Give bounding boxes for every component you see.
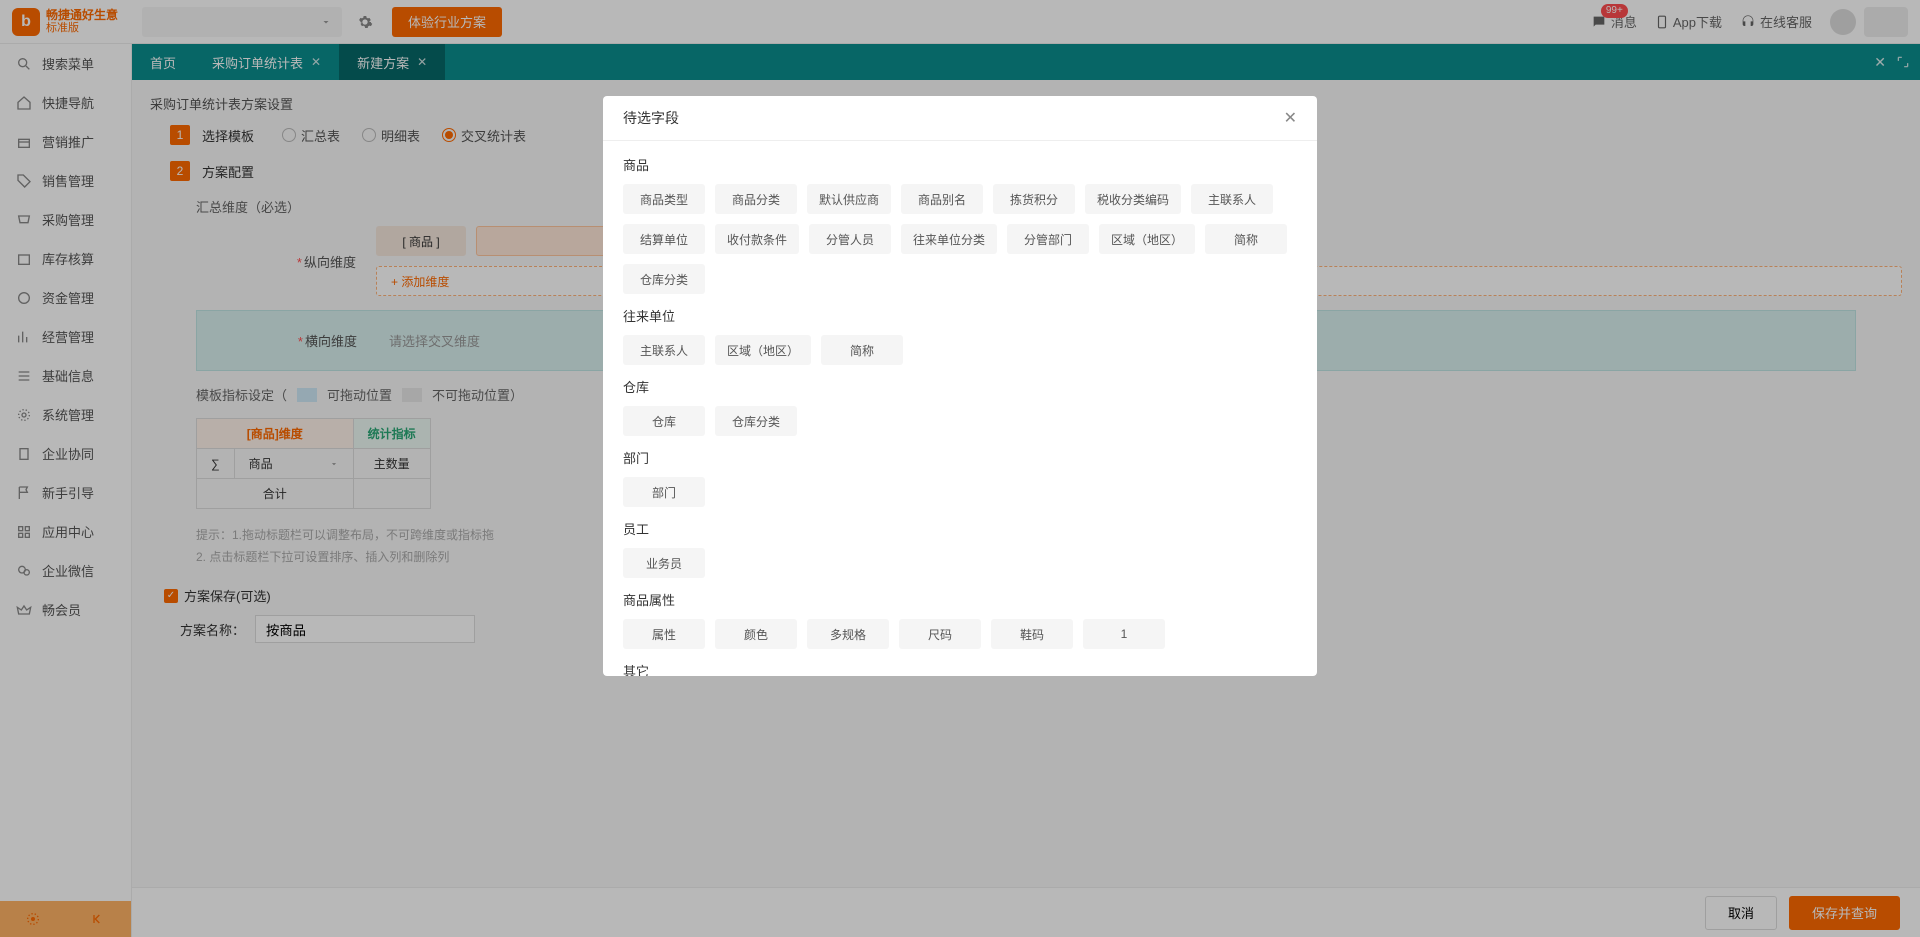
field-chip-list: 属性颜色多规格尺码鞋码 1 (623, 619, 1297, 649)
field-group: 商品属性属性颜色多规格尺码鞋码 1 (623, 590, 1297, 649)
modal-body: 商品商品类型商品分类默认供应商商品别名拣货积分税收分类编码主联系人结算单位收付款… (603, 141, 1317, 676)
field-group-title: 仓库 (623, 377, 1297, 396)
field-chip[interactable]: 1 (1083, 619, 1165, 649)
field-group: 商品商品类型商品分类默认供应商商品别名拣货积分税收分类编码主联系人结算单位收付款… (623, 155, 1297, 294)
field-chip-list: 仓库仓库分类 (623, 406, 1297, 436)
field-group-title: 商品属性 (623, 590, 1297, 609)
field-picker-modal: 待选字段 ✕ 商品商品类型商品分类默认供应商商品别名拣货积分税收分类编码主联系人… (603, 96, 1317, 676)
modal-overlay[interactable]: 待选字段 ✕ 商品商品类型商品分类默认供应商商品别名拣货积分税收分类编码主联系人… (0, 0, 1920, 937)
field-chip[interactable]: 仓库分类 (623, 264, 705, 294)
field-chip[interactable]: 简称 (821, 335, 903, 365)
field-group-title: 商品 (623, 155, 1297, 174)
field-group-title: 员工 (623, 519, 1297, 538)
field-chip[interactable]: 往来单位分类 (901, 224, 997, 254)
field-chip-list: 主联系人区域（地区） 简称 (623, 335, 1297, 365)
field-chip[interactable]: 结算单位 (623, 224, 705, 254)
field-chip-list: 部门 (623, 477, 1297, 507)
field-chip[interactable]: 业务员 (623, 548, 705, 578)
field-chip[interactable]: 分管人员 (809, 224, 891, 254)
field-chip[interactable]: 仓库 (623, 406, 705, 436)
field-chip[interactable]: 部门 (623, 477, 705, 507)
field-chip[interactable]: 区域（地区） (1099, 224, 1195, 254)
field-group: 员工业务员 (623, 519, 1297, 578)
field-chip[interactable]: 收付款条件 (715, 224, 799, 254)
field-chip-list: 业务员 (623, 548, 1297, 578)
field-group: 部门部门 (623, 448, 1297, 507)
field-chip[interactable]: 商品分类 (715, 184, 797, 214)
field-chip[interactable]: 尺码 (899, 619, 981, 649)
field-group-title: 其它 (623, 661, 1297, 676)
modal-header: 待选字段 ✕ (603, 96, 1317, 141)
field-chip[interactable]: 默认供应商 (807, 184, 891, 214)
field-chip[interactable]: 分管部门 (1007, 224, 1089, 254)
field-chip[interactable]: 区域（地区） (715, 335, 811, 365)
field-group: 往来单位主联系人区域（地区） 简称 (623, 306, 1297, 365)
field-chip-list: 商品类型商品分类默认供应商商品别名拣货积分税收分类编码主联系人结算单位收付款条件… (623, 184, 1297, 294)
field-chip[interactable]: 简称 (1205, 224, 1287, 254)
field-group-title: 往来单位 (623, 306, 1297, 325)
field-chip[interactable]: 鞋码 (991, 619, 1073, 649)
field-chip[interactable]: 仓库分类 (715, 406, 797, 436)
field-chip[interactable]: 主联系人 (1191, 184, 1273, 214)
field-chip[interactable]: 税收分类编码 (1085, 184, 1181, 214)
modal-title: 待选字段 (623, 108, 679, 128)
field-chip[interactable]: 主联系人 (623, 335, 705, 365)
modal-close-button[interactable]: ✕ (1284, 108, 1297, 128)
field-chip[interactable]: 属性 (623, 619, 705, 649)
field-chip[interactable]: 商品别名 (901, 184, 983, 214)
field-chip[interactable]: 商品类型 (623, 184, 705, 214)
field-chip[interactable]: 颜色 (715, 619, 797, 649)
field-group-title: 部门 (623, 448, 1297, 467)
field-group: 仓库仓库仓库分类 (623, 377, 1297, 436)
field-chip[interactable]: 拣货积分 (993, 184, 1075, 214)
field-group: 其它单据日期项目 (623, 661, 1297, 676)
field-chip[interactable]: 多规格 (807, 619, 889, 649)
